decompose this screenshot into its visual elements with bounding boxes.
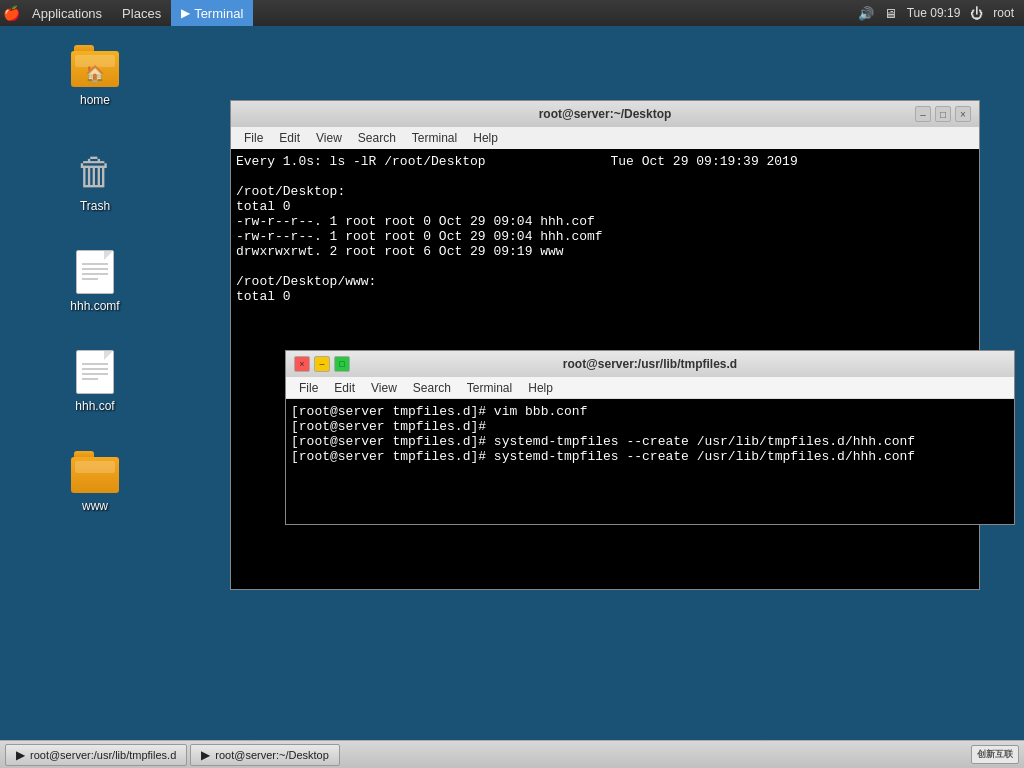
topbar-right: 🔊 🖥 Tue 09:19 ⏻ root (858, 6, 1024, 21)
terminal1-maximize-btn[interactable]: □ (935, 106, 951, 122)
terminal2-close-btn[interactable]: × (294, 356, 310, 372)
terminal2-title: root@server:/usr/lib/tmpfiles.d (563, 357, 737, 371)
terminal1-menu-help[interactable]: Help (465, 131, 506, 145)
apple-icon[interactable]: 🍎 (0, 0, 22, 26)
terminal1-menu-view[interactable]: View (308, 131, 350, 145)
terminal1-menubar: File Edit View Search Terminal Help (231, 127, 979, 149)
display-icon[interactable]: 🖥 (884, 6, 897, 21)
terminal-window-2: × – □ root@server:/usr/lib/tmpfiles.d Fi… (285, 350, 1015, 525)
applications-menu[interactable]: Applications (22, 0, 112, 26)
hhh-cof-icon (71, 348, 119, 396)
terminal2-menu-search[interactable]: Search (405, 381, 459, 395)
hhh-comf-icon (71, 248, 119, 296)
terminal1-menu-file[interactable]: File (236, 131, 271, 145)
terminal1-titlebar[interactable]: root@server:~/Desktop – □ × (231, 101, 979, 127)
terminal1-menu-search[interactable]: Search (350, 131, 404, 145)
home-folder-icon: 🏠 (71, 42, 119, 90)
datetime: Tue 09:19 (907, 6, 961, 20)
terminal2-menu-file[interactable]: File (291, 381, 326, 395)
desktop-icon-www[interactable]: www (55, 448, 135, 513)
www-folder-icon (71, 448, 119, 496)
terminal1-menu-edit[interactable]: Edit (271, 131, 308, 145)
desktop-icon-trash[interactable]: 🗑 Trash (55, 148, 135, 213)
username: root (993, 6, 1014, 20)
trash-icon-label: Trash (80, 199, 110, 213)
volume-icon[interactable]: 🔊 (858, 6, 874, 21)
terminal2-titlebar[interactable]: × – □ root@server:/usr/lib/tmpfiles.d (286, 351, 1014, 377)
terminal2-window-buttons: × – □ (294, 356, 350, 372)
terminal2-menu-help[interactable]: Help (520, 381, 561, 395)
terminal2-minimize-btn[interactable]: – (314, 356, 330, 372)
hhh-comf-label: hhh.comf (70, 299, 119, 313)
taskbar-item-desktop[interactable]: ▶ root@server:~/Desktop (190, 744, 340, 766)
www-icon-label: www (82, 499, 108, 513)
terminal2-menu-terminal[interactable]: Terminal (459, 381, 520, 395)
taskbar-item-tmpfiles-label: root@server:/usr/lib/tmpfiles.d (30, 749, 176, 761)
terminal-menu[interactable]: ▶ Terminal (171, 0, 253, 26)
terminal2-menubar: File Edit View Search Terminal Help (286, 377, 1014, 399)
power-icon[interactable]: ⏻ (970, 6, 983, 21)
terminal1-close-btn[interactable]: × (955, 106, 971, 122)
places-menu[interactable]: Places (112, 0, 171, 26)
terminal2-menu-edit[interactable]: Edit (326, 381, 363, 395)
desktop-icon-hhh-cof[interactable]: hhh.cof (55, 348, 135, 413)
terminal2-content[interactable]: [root@server tmpfiles.d]# vim bbb.conf [… (286, 399, 1014, 524)
taskbar-item-desktop-label: root@server:~/Desktop (215, 749, 329, 761)
taskbar-item-desktop-icon: ▶ (201, 748, 210, 762)
trash-icon: 🗑 (71, 148, 119, 196)
logo-text: 创新互联 (971, 745, 1019, 764)
hhh-cof-label: hhh.cof (75, 399, 114, 413)
desktop-icon-hhh-comf[interactable]: hhh.comf (55, 248, 135, 313)
terminal1-window-buttons: – □ × (915, 106, 971, 122)
home-icon-label: home (80, 93, 110, 107)
taskbar-item-tmpfiles-icon: ▶ (16, 748, 25, 762)
taskbar-logo: 创新互联 (969, 744, 1019, 766)
taskbar: ▶ root@server:/usr/lib/tmpfiles.d ▶ root… (0, 740, 1024, 768)
terminal2-menu-view[interactable]: View (363, 381, 405, 395)
terminal1-menu-terminal[interactable]: Terminal (404, 131, 465, 145)
terminal2-maximize-btn[interactable]: □ (334, 356, 350, 372)
terminal1-title: root@server:~/Desktop (539, 107, 672, 121)
top-menubar: 🍎 Applications Places ▶ Terminal 🔊 🖥 Tue… (0, 0, 1024, 26)
desktop-icon-home[interactable]: 🏠 home (55, 42, 135, 107)
taskbar-item-tmpfiles[interactable]: ▶ root@server:/usr/lib/tmpfiles.d (5, 744, 187, 766)
terminal1-minimize-btn[interactable]: – (915, 106, 931, 122)
taskbar-right-area: 创新互联 (969, 744, 1019, 766)
